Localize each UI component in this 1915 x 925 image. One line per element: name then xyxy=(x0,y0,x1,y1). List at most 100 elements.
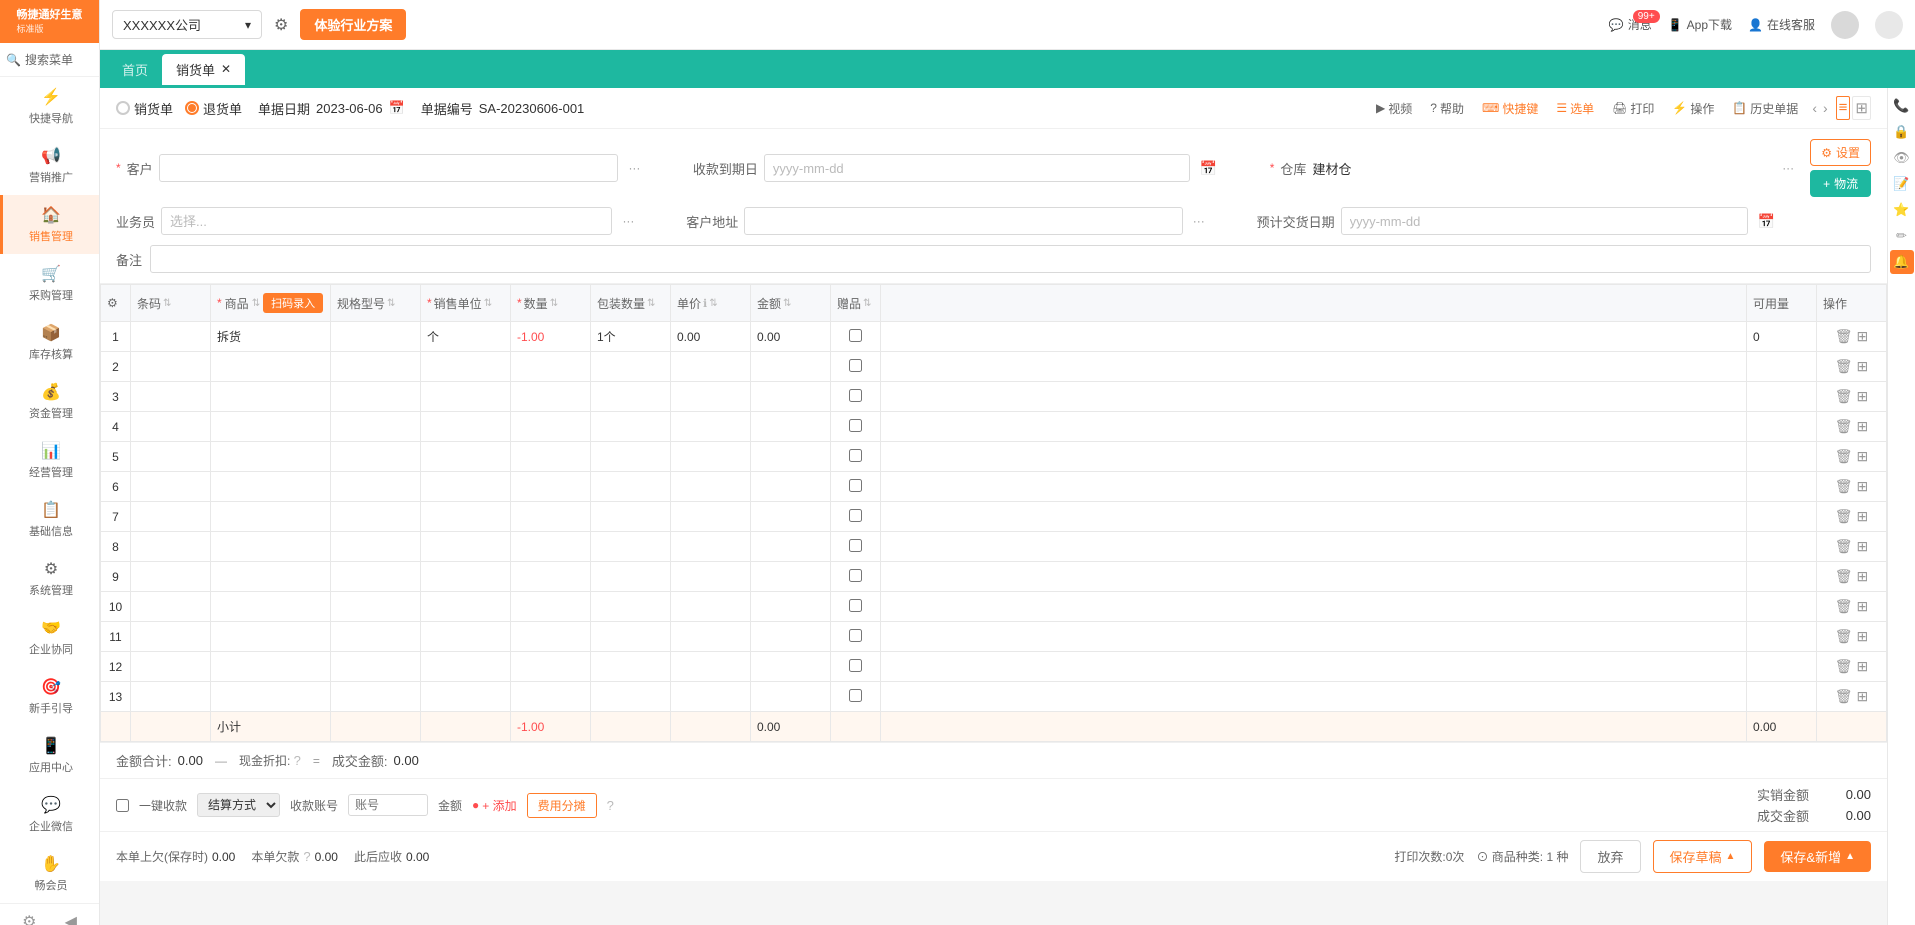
sidebar-item-guide[interactable]: 🎯 新手引导 xyxy=(0,667,99,726)
user-avatar[interactable] xyxy=(1831,11,1859,39)
payment-help-icon[interactable]: ? xyxy=(607,798,614,813)
gift-checkbox-11[interactable] xyxy=(849,629,862,642)
company-selector[interactable]: XXXXXX公司 ▾ xyxy=(112,10,262,39)
th-settings[interactable]: ⚙ xyxy=(101,285,131,322)
copy-icon-8[interactable]: ⊞ xyxy=(1857,538,1869,555)
delivery-date-calendar[interactable]: 📅 xyxy=(1758,213,1775,230)
row-gift-1[interactable] xyxy=(831,322,881,352)
row-qty-1[interactable]: -1.00 xyxy=(511,322,591,352)
delete-icon-6[interactable]: 🗑 xyxy=(1835,478,1853,495)
discard-btn[interactable]: 放弃 xyxy=(1580,840,1640,873)
toolbar-operate[interactable]: ⚡ 操作 xyxy=(1666,97,1720,120)
gift-checkbox-3[interactable] xyxy=(849,389,862,402)
gift-sort[interactable]: ⇅ xyxy=(863,298,871,309)
app-logo[interactable]: 畅捷通好生意 标准版 xyxy=(0,0,99,43)
toolbar-help[interactable]: ? 帮助 xyxy=(1424,97,1470,120)
gift-checkbox-12[interactable] xyxy=(849,659,862,672)
salesperson-input[interactable] xyxy=(161,207,612,235)
message-btn[interactable]: 💬 消息 99+ xyxy=(1609,16,1652,33)
price-sort[interactable]: ⇅ xyxy=(709,298,717,309)
row-spec-1[interactable] xyxy=(331,322,421,352)
add-payment-btn[interactable]: ● + 添加 xyxy=(472,797,517,814)
save-new-btn[interactable]: 保存&新增 ▲ xyxy=(1764,841,1871,872)
gift-checkbox-5[interactable] xyxy=(849,449,862,462)
toolbar-video[interactable]: ▶ 视频 xyxy=(1370,97,1418,120)
radio-return[interactable]: 退货单 xyxy=(185,99,242,118)
right-panel-alert[interactable]: 🔔 xyxy=(1890,250,1914,274)
product-sort[interactable]: ⇅ xyxy=(252,298,260,309)
collapse-btn[interactable]: ◀ xyxy=(65,912,77,925)
copy-icon-2[interactable]: ⊞ xyxy=(1857,358,1869,375)
salesperson-dots[interactable]: ··· xyxy=(622,214,634,228)
sidebar-item-capital[interactable]: 💰 资金管理 xyxy=(0,372,99,431)
unit-sort[interactable]: ⇅ xyxy=(484,298,492,309)
sidebar-item-quick-nav[interactable]: ⚡ 快捷导航 xyxy=(0,77,99,136)
copy-icon-7[interactable]: ⊞ xyxy=(1857,508,1869,525)
prev-arrow[interactable]: ‹ xyxy=(1810,98,1819,118)
sidebar-item-inventory[interactable]: 📦 库存核算 xyxy=(0,313,99,372)
gift-checkbox-9[interactable] xyxy=(849,569,862,582)
row-price-1[interactable]: 0.00 xyxy=(671,322,751,352)
copy-icon-3[interactable]: ⊞ xyxy=(1857,388,1869,405)
barcode-sort[interactable]: ⇅ xyxy=(163,298,171,309)
delete-icon-13[interactable]: 🗑 xyxy=(1835,688,1853,705)
qty-sort[interactable]: ⇅ xyxy=(550,298,558,309)
delete-icon-5[interactable]: 🗑 xyxy=(1835,448,1853,465)
toolbar-history[interactable]: 📋 历史单据 xyxy=(1726,97,1804,120)
copy-icon-9[interactable]: ⊞ xyxy=(1857,568,1869,585)
next-arrow[interactable]: › xyxy=(1821,98,1830,118)
right-panel-edit[interactable]: ✏ xyxy=(1890,224,1914,248)
overdue-help[interactable]: ? xyxy=(303,849,310,864)
toolbar-print[interactable]: 🖨 打印 xyxy=(1606,97,1660,120)
sidebar-item-operations[interactable]: 📊 经营管理 xyxy=(0,431,99,490)
copy-icon-12[interactable]: ⊞ xyxy=(1857,658,1869,675)
gift-checkbox-1[interactable] xyxy=(849,329,862,342)
sidebar-item-system[interactable]: ⚙ 系统管理 xyxy=(0,549,99,608)
unit-price-info[interactable]: ℹ xyxy=(703,297,707,310)
delivery-date-input[interactable] xyxy=(1341,207,1748,235)
settings-bottom-btn[interactable]: ⚙ xyxy=(22,912,36,925)
copy-icon-4[interactable]: ⊞ xyxy=(1857,418,1869,435)
sidebar-item-marketing[interactable]: 📢 营销推广 xyxy=(0,136,99,195)
row-barcode-1[interactable] xyxy=(131,322,211,352)
trial-btn[interactable]: 体验行业方案 xyxy=(300,9,406,40)
tab-sales-order[interactable]: 销货单 ✕ xyxy=(162,54,245,85)
sidebar-item-enterprise[interactable]: 🤝 企业协同 xyxy=(0,608,99,667)
tab-close-btn[interactable]: ✕ xyxy=(221,62,231,76)
right-panel-eye[interactable]: 👁 xyxy=(1890,146,1914,170)
tab-home[interactable]: 首页 xyxy=(108,54,162,85)
user-avatar2[interactable] xyxy=(1875,11,1903,39)
copy-icon-1[interactable]: ⊞ xyxy=(1857,328,1869,345)
account-input[interactable] xyxy=(348,794,428,816)
grid-view-btn[interactable]: ⊞ xyxy=(1852,96,1871,120)
scan-btn[interactable]: 扫码录入 xyxy=(263,293,323,313)
right-panel-phone[interactable]: 📞 xyxy=(1890,94,1914,118)
customer-address-input[interactable] xyxy=(744,207,1182,235)
list-view-btn[interactable]: ≡ xyxy=(1836,96,1851,120)
remarks-input[interactable] xyxy=(150,245,1871,273)
discount-help-icon[interactable]: ? xyxy=(294,753,301,768)
sidebar-item-basics[interactable]: 📋 基础信息 xyxy=(0,490,99,549)
delete-icon-8[interactable]: 🗑 xyxy=(1835,538,1853,555)
radio-sales[interactable]: 销货单 xyxy=(116,99,173,118)
sidebar-item-apps[interactable]: 📱 应用中心 xyxy=(0,726,99,785)
delete-icon-1[interactable]: 🗑 xyxy=(1835,328,1853,345)
delete-icon-7[interactable]: 🗑 xyxy=(1835,508,1853,525)
gift-checkbox-7[interactable] xyxy=(849,509,862,522)
payment-method-select[interactable]: 结算方式 xyxy=(197,793,280,817)
gift-checkbox-8[interactable] xyxy=(849,539,862,552)
customer-dots[interactable]: ··· xyxy=(628,161,640,175)
app-download-btn[interactable]: 📱 App下载 xyxy=(1668,16,1732,33)
delete-icon-4[interactable]: 🗑 xyxy=(1835,418,1853,435)
gift-checkbox-4[interactable] xyxy=(849,419,862,432)
gift-checkbox-13[interactable] xyxy=(849,689,862,702)
customer-input[interactable] xyxy=(159,154,619,182)
expense-btn[interactable]: 费用分摊 xyxy=(527,793,597,818)
receive-date-input[interactable] xyxy=(764,154,1190,182)
toolbar-shortcut[interactable]: ⌨ 快捷键 xyxy=(1476,97,1544,120)
delete-icon-10[interactable]: 🗑 xyxy=(1835,598,1853,615)
save-draft-btn[interactable]: 保存草稿 ▲ xyxy=(1653,840,1753,873)
sidebar-search[interactable]: 🔍 搜索菜单 xyxy=(0,43,99,77)
copy-icon-6[interactable]: ⊞ xyxy=(1857,478,1869,495)
settings-btn[interactable]: ⚙ 设置 xyxy=(1810,139,1871,166)
